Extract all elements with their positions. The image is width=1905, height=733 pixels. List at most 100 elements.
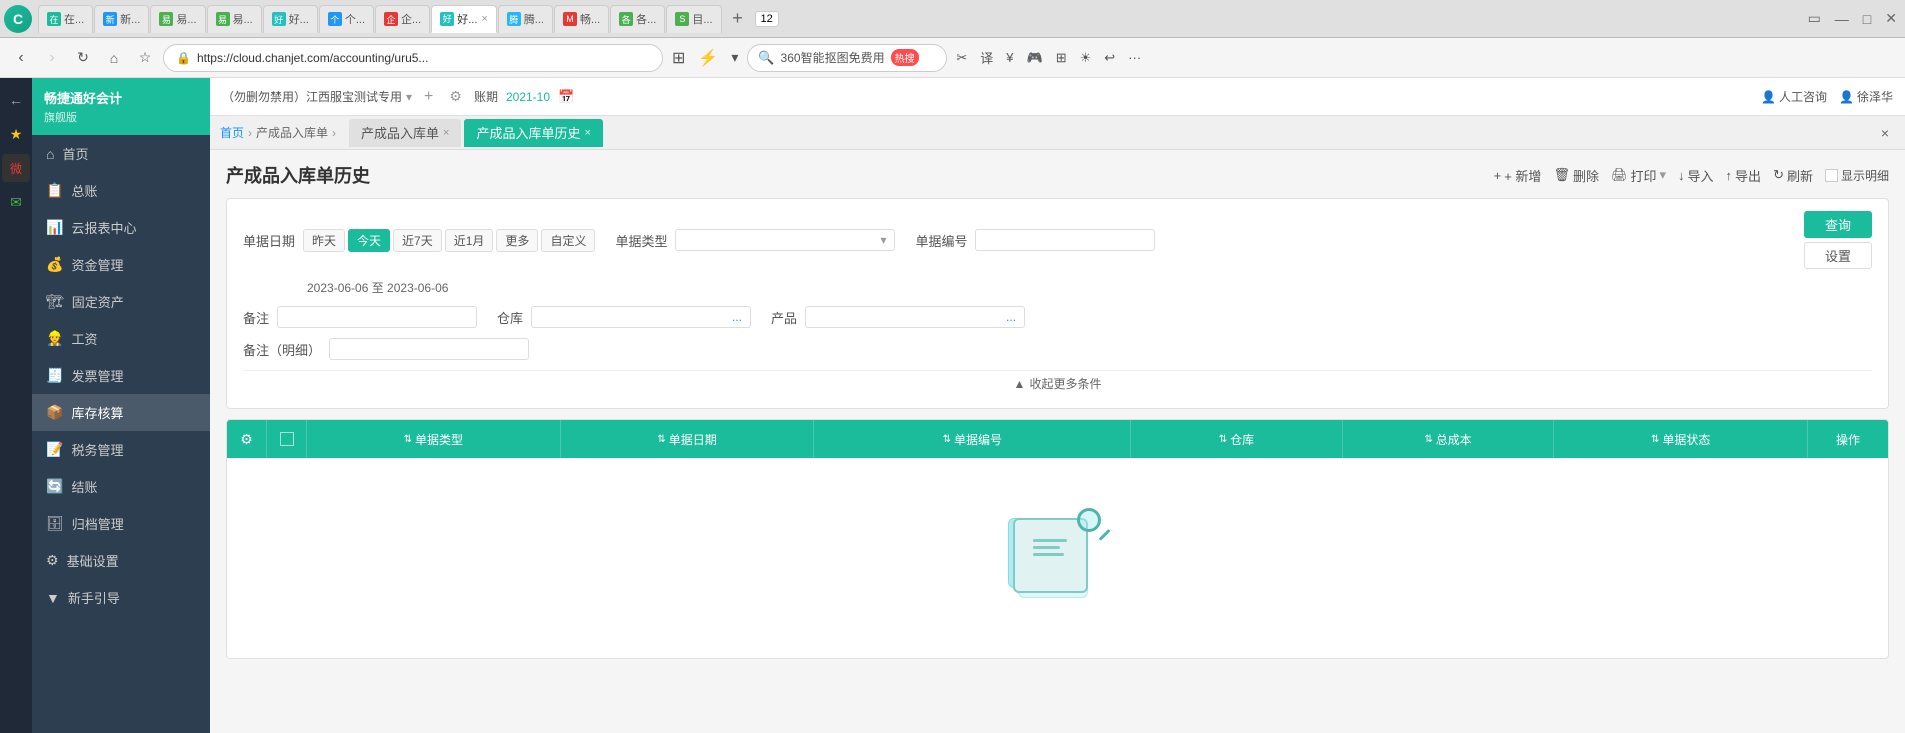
nav-bookmark[interactable]: ☆: [132, 45, 158, 71]
minimize-button[interactable]: —: [1831, 9, 1853, 29]
tab-7[interactable]: 企 企...: [375, 5, 430, 33]
nav-back[interactable]: ‹: [8, 45, 34, 71]
nav-home[interactable]: ⌂: [101, 45, 127, 71]
th-warehouse[interactable]: ⇅ 仓库: [1131, 420, 1343, 458]
tab-3[interactable]: 易 易...: [150, 5, 205, 33]
tab-8-active[interactable]: 好 好... ×: [431, 5, 497, 33]
close-button[interactable]: ✕: [1881, 8, 1901, 29]
tab-11[interactable]: 各 各...: [610, 5, 665, 33]
game-tool[interactable]: 🎮: [1023, 48, 1047, 68]
tab-2[interactable]: 新 新...: [94, 5, 149, 33]
sidebar-item-funds[interactable]: 💰 资金管理: [32, 246, 210, 283]
yuan-tool[interactable]: ¥: [1002, 48, 1017, 67]
print-button[interactable]: 🖨 打印 ▾: [1611, 166, 1666, 185]
sidebar-brand[interactable]: 畅捷通好会计 旗舰版: [32, 78, 210, 135]
sidebar-item-reports[interactable]: 📊 云报表中心: [32, 209, 210, 246]
th-cost[interactable]: ⇅ 总成本: [1343, 420, 1555, 458]
user-avatar[interactable]: 👤 徐泽华: [1839, 88, 1893, 105]
address-input-wrapper[interactable]: 🔒 https://cloud.chanjet.com/accounting/u…: [163, 44, 663, 72]
product-input[interactable]: ...: [805, 306, 1025, 328]
th-type[interactable]: ⇅ 单据类型: [307, 420, 561, 458]
date-btn-month[interactable]: 近1月: [445, 229, 494, 252]
page-tab-list[interactable]: 产成品入库单 ×: [349, 119, 461, 147]
export-button[interactable]: ↑ 导出: [1726, 166, 1762, 185]
date-btn-more[interactable]: 更多: [496, 229, 538, 252]
type-dropdown[interactable]: ▾: [675, 229, 895, 251]
date-btn-custom[interactable]: 自定义: [541, 229, 595, 252]
tab-4[interactable]: 易 易...: [207, 5, 262, 33]
date-btn-week[interactable]: 近7天: [393, 229, 442, 252]
nav-forward[interactable]: ›: [39, 45, 65, 71]
tab-1[interactable]: 在 在...: [38, 5, 93, 33]
delete-button[interactable]: 🗑 删除: [1553, 166, 1599, 185]
add-company-btn[interactable]: +: [420, 88, 437, 106]
th-gear[interactable]: ⚙: [227, 420, 267, 458]
app-icon[interactable]: C: [4, 5, 32, 33]
icon-sidebar-item-3[interactable]: 微: [2, 154, 30, 182]
sidebar-item-more[interactable]: ▼ 新手引导: [32, 579, 210, 616]
page-tab-history[interactable]: 产成品入库单历史 ×: [464, 119, 602, 147]
sun-tool[interactable]: ☀: [1076, 48, 1096, 68]
sidebar-item-archive[interactable]: 🗄 归档管理: [32, 505, 210, 542]
collapse-button[interactable]: ▲ 收起更多条件: [243, 370, 1872, 396]
sidebar-item-inventory[interactable]: 📦 库存核算: [32, 394, 210, 431]
period-value[interactable]: 2021-10: [506, 90, 550, 104]
calendar-icon[interactable]: 📅: [558, 89, 574, 105]
refresh-button[interactable]: ↻ 刷新: [1773, 166, 1813, 185]
th-checkbox[interactable]: [267, 420, 307, 458]
show-columns-toggle[interactable]: 显示明细: [1825, 167, 1889, 184]
detail-remark-input[interactable]: [329, 338, 529, 360]
human-service-btn[interactable]: 👤 人工咨询: [1761, 88, 1827, 105]
tab-9[interactable]: 腾 腾...: [498, 5, 553, 33]
grid-icon[interactable]: ⊞: [668, 46, 689, 70]
sidebar-item-invoice[interactable]: 🧾 发票管理: [32, 357, 210, 394]
sidebar-item-settle[interactable]: 🔄 结账: [32, 468, 210, 505]
icon-sidebar-item-1[interactable]: ←: [2, 86, 30, 114]
lightning-icon[interactable]: ⚡: [694, 46, 722, 70]
undo-tool[interactable]: ↩: [1100, 48, 1119, 68]
tab-12[interactable]: S 目...: [666, 5, 721, 33]
remark-input[interactable]: [277, 306, 477, 328]
date-btn-yesterday[interactable]: 昨天: [303, 229, 345, 252]
nav-refresh[interactable]: ↻: [70, 45, 96, 71]
grid-tool[interactable]: ⊞: [1052, 48, 1071, 68]
panel-close-btn[interactable]: ×: [1875, 123, 1895, 143]
sidebar-item-wages[interactable]: 👷 工资: [32, 320, 210, 357]
icon-sidebar-item-2[interactable]: ★: [2, 120, 30, 148]
restore-button[interactable]: ▭: [1804, 8, 1825, 29]
tab-6[interactable]: 个 个...: [319, 5, 374, 33]
company-selector[interactable]: （勿删勿禁用）江西服宝测试专用 ▾: [222, 88, 412, 105]
tab8-icon: 好: [440, 12, 454, 26]
import-button[interactable]: ↓ 导入: [1678, 166, 1714, 185]
add-button[interactable]: + + 新增: [1494, 166, 1542, 185]
th-date[interactable]: ⇅ 单据日期: [561, 420, 815, 458]
settings-btn[interactable]: ⚙: [445, 88, 466, 105]
more-tool[interactable]: ···: [1124, 48, 1145, 67]
cut-tool[interactable]: ✂: [952, 48, 971, 68]
date-btn-today[interactable]: 今天: [348, 229, 390, 252]
settings-action-button[interactable]: 设置: [1804, 242, 1872, 269]
tab-5[interactable]: 好 好...: [263, 5, 318, 33]
search-bar[interactable]: 🔍 360智能抠图免费用 热搜: [747, 44, 947, 72]
tab-new-button[interactable]: +: [725, 6, 751, 32]
th-number[interactable]: ⇅ 单据编号: [814, 420, 1131, 458]
product-label: 产品: [771, 308, 797, 327]
sidebar-item-ledger[interactable]: 📋 总账: [32, 172, 210, 209]
tab-10[interactable]: M 畅...: [554, 5, 609, 33]
th-status[interactable]: ⇅ 单据状态: [1554, 420, 1808, 458]
breadcrumb-home[interactable]: 首页: [220, 124, 244, 141]
maximize-button[interactable]: □: [1859, 9, 1875, 29]
tab-list-close[interactable]: ×: [443, 127, 449, 139]
query-button[interactable]: 查询: [1804, 211, 1872, 238]
icon-sidebar-item-4[interactable]: ✉: [2, 188, 30, 216]
number-input[interactable]: [975, 229, 1155, 251]
dropdown-icon[interactable]: ▾: [727, 47, 742, 68]
tab8-close[interactable]: ×: [481, 13, 487, 25]
translate-tool[interactable]: 译: [976, 46, 997, 69]
sidebar-item-home[interactable]: ⌂ 首页: [32, 135, 210, 172]
sidebar-item-tax[interactable]: 📝 税务管理: [32, 431, 210, 468]
warehouse-input[interactable]: ...: [531, 306, 751, 328]
sidebar-item-fixed[interactable]: 🏗 固定资产: [32, 283, 210, 320]
tab-history-close[interactable]: ×: [585, 127, 591, 139]
sidebar-item-basic[interactable]: ⚙ 基础设置: [32, 542, 210, 579]
